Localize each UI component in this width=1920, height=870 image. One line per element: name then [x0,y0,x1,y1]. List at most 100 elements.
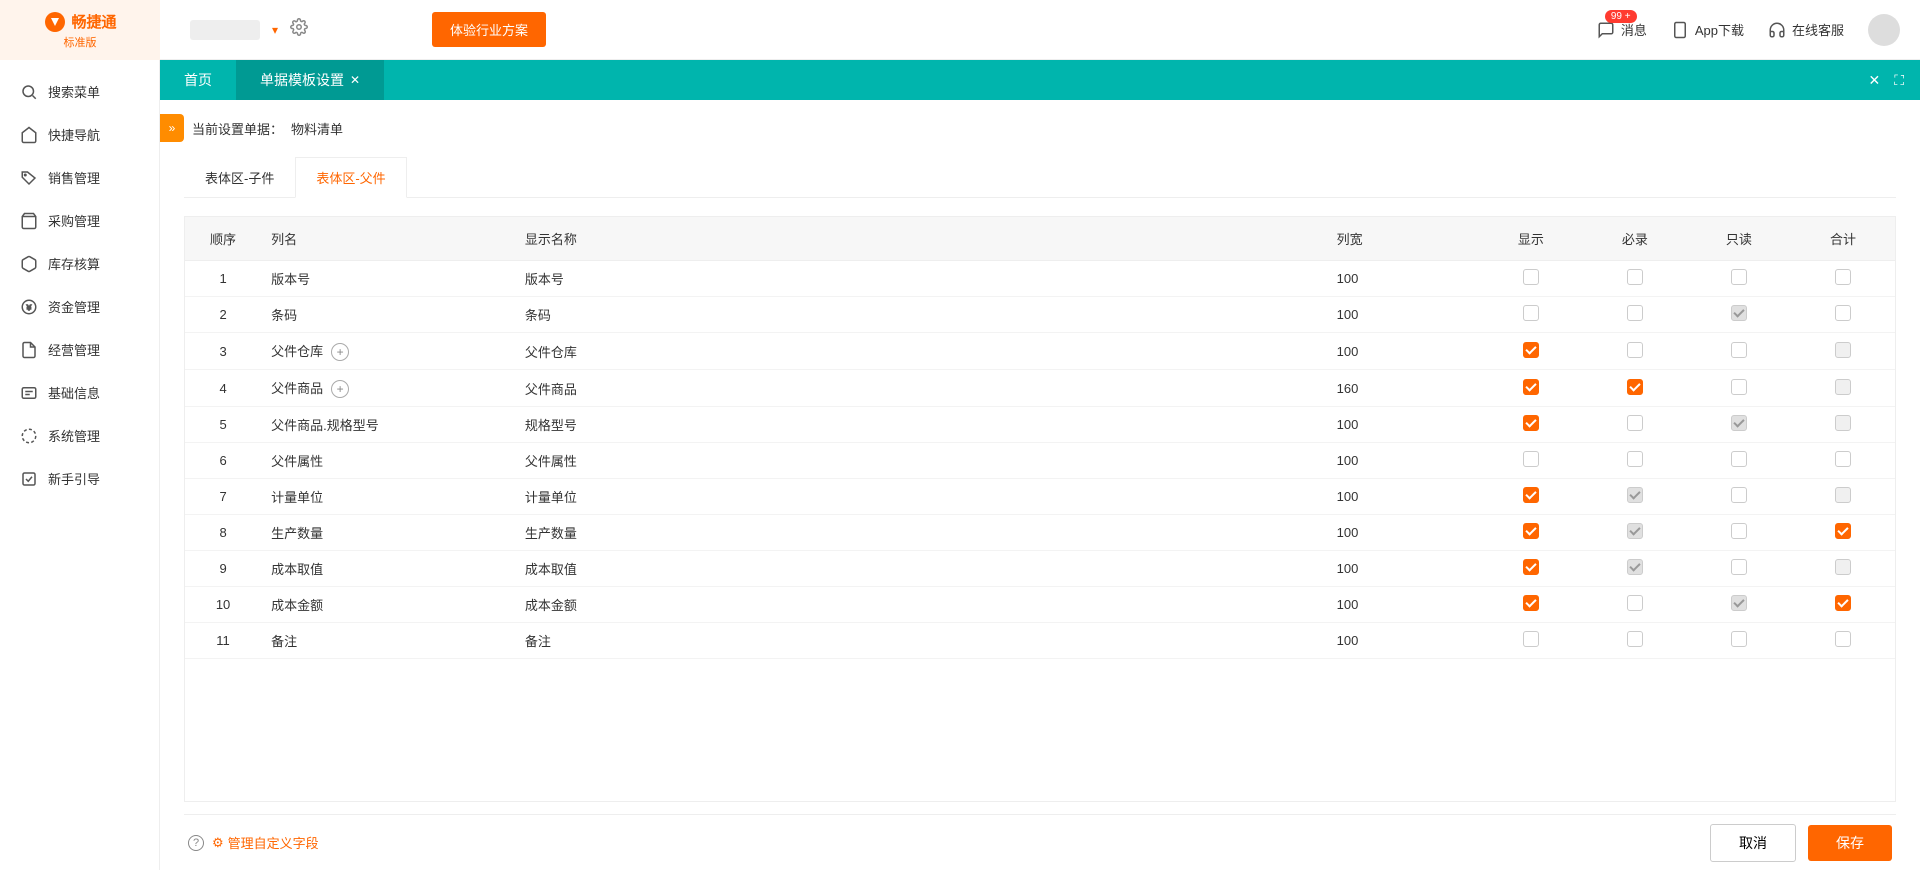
cell-width[interactable]: 100 [1327,407,1479,443]
cell-width[interactable]: 100 [1327,443,1479,479]
save-button[interactable]: 保存 [1808,825,1892,861]
checkbox-show[interactable] [1523,415,1539,431]
messages-link[interactable]: 99 + 消息 [1597,20,1647,39]
cell-width[interactable]: 100 [1327,587,1479,623]
online-service-link[interactable]: 在线客服 [1768,20,1844,39]
manage-custom-fields-link[interactable]: ⚙ 管理自定义字段 [212,833,319,852]
sidebar-item-label: 搜索菜单 [48,82,100,101]
cell-display[interactable]: 备注 [515,623,1327,659]
checkbox-required[interactable] [1627,305,1643,321]
cell-display[interactable]: 规格型号 [515,407,1327,443]
checkbox-sum[interactable] [1835,269,1851,285]
cell-display[interactable]: 条码 [515,297,1327,333]
checkbox-show[interactable] [1523,379,1539,395]
add-icon[interactable]: + [331,380,349,398]
messages-badge: 99 + [1605,10,1637,23]
sub-tab-0[interactable]: 表体区-子件 [184,157,295,198]
checkbox-show[interactable] [1523,487,1539,503]
checkbox-required[interactable] [1627,269,1643,285]
manage-custom-fields-label: 管理自定义字段 [228,833,319,852]
app-download-link[interactable]: App下载 [1671,20,1744,39]
cell-display[interactable]: 父件属性 [515,443,1327,479]
sidebar-item-3[interactable]: 采购管理 [0,199,159,242]
th-name: 列名 [261,217,515,261]
sidebar-item-8[interactable]: 系统管理 [0,414,159,457]
checkbox-readonly[interactable] [1731,559,1747,575]
sidebar-item-6[interactable]: 经营管理 [0,328,159,371]
checkbox-required[interactable] [1627,342,1643,358]
cell-name: 计量单位 [261,479,515,515]
checkbox-readonly[interactable] [1731,487,1747,503]
checkbox-readonly[interactable] [1731,451,1747,467]
tab-close-icon[interactable]: ✕ [350,73,360,87]
cell-width[interactable]: 100 [1327,297,1479,333]
cell-width[interactable]: 100 [1327,479,1479,515]
checkbox-readonly[interactable] [1731,631,1747,647]
collapse-handle-icon[interactable]: » [160,114,184,142]
checkbox-readonly[interactable] [1731,269,1747,285]
gear-icon[interactable] [290,18,308,41]
cell-display[interactable]: 成本取值 [515,551,1327,587]
checkbox-required[interactable] [1627,451,1643,467]
sidebar-item-0[interactable]: 搜索菜单 [0,70,159,113]
cell-display[interactable]: 计量单位 [515,479,1327,515]
trial-button[interactable]: 体验行业方案 [432,12,546,47]
sidebar-item-5[interactable]: ¥资金管理 [0,285,159,328]
logo-sub: 标准版 [64,34,97,50]
cell-name: 父件属性 [261,443,515,479]
box-icon [20,255,38,273]
cancel-button[interactable]: 取消 [1710,824,1796,862]
checkbox-required[interactable] [1627,595,1643,611]
checkbox-sum[interactable] [1835,595,1851,611]
sub-tab-1[interactable]: 表体区-父件 [295,157,406,198]
checkbox-readonly[interactable] [1731,523,1747,539]
sidebar-item-7[interactable]: 基础信息 [0,371,159,414]
checkbox-readonly[interactable] [1731,342,1747,358]
card-icon [20,384,38,402]
cell-name: 父件商品.规格型号 [261,407,515,443]
checkbox-readonly[interactable] [1731,379,1747,395]
checkbox-sum[interactable] [1835,305,1851,321]
chevron-down-icon[interactable]: ▾ [272,23,278,37]
avatar[interactable] [1868,14,1900,46]
close-tab-icon[interactable]: ✕ [1868,72,1880,89]
fullscreen-icon[interactable]: ⛶ [1894,72,1904,89]
tab-1[interactable]: 单据模板设置✕ [236,60,384,100]
checkbox-show[interactable] [1523,269,1539,285]
add-icon[interactable]: + [331,343,349,361]
checkbox-sum[interactable] [1835,631,1851,647]
checkbox-sum[interactable] [1835,451,1851,467]
checkbox-sum[interactable] [1835,523,1851,539]
cell-display[interactable]: 父件商品 [515,370,1327,407]
cell-width[interactable]: 100 [1327,515,1479,551]
sidebar-item-9[interactable]: 新手引导 [0,457,159,500]
cell-display[interactable]: 父件仓库 [515,333,1327,370]
cell-width[interactable]: 100 [1327,333,1479,370]
breadcrumb-area: ▾ [160,18,420,41]
cell-display[interactable]: 版本号 [515,261,1327,297]
help-icon[interactable]: ? [188,835,204,851]
checkbox-show[interactable] [1523,595,1539,611]
checkbox-show[interactable] [1523,523,1539,539]
cell-width[interactable]: 100 [1327,551,1479,587]
sidebar-item-2[interactable]: 销售管理 [0,156,159,199]
checkbox-show[interactable] [1523,342,1539,358]
tab-0[interactable]: 首页 [160,60,236,100]
checkbox-required[interactable] [1627,415,1643,431]
cell-seq: 8 [185,515,261,551]
current-doc-label: 当前设置单据： [192,119,283,138]
checkbox-show[interactable] [1523,451,1539,467]
logo-area: 畅捷通 标准版 [0,0,160,60]
checkbox-required[interactable] [1627,379,1643,395]
cell-display[interactable]: 成本金额 [515,587,1327,623]
checkbox-show[interactable] [1523,305,1539,321]
cell-display[interactable]: 生产数量 [515,515,1327,551]
cell-width[interactable]: 100 [1327,261,1479,297]
sidebar-item-1[interactable]: 快捷导航 [0,113,159,156]
cell-width[interactable]: 160 [1327,370,1479,407]
checkbox-show[interactable] [1523,559,1539,575]
checkbox-required[interactable] [1627,631,1643,647]
sidebar-item-4[interactable]: 库存核算 [0,242,159,285]
checkbox-show[interactable] [1523,631,1539,647]
cell-width[interactable]: 100 [1327,623,1479,659]
